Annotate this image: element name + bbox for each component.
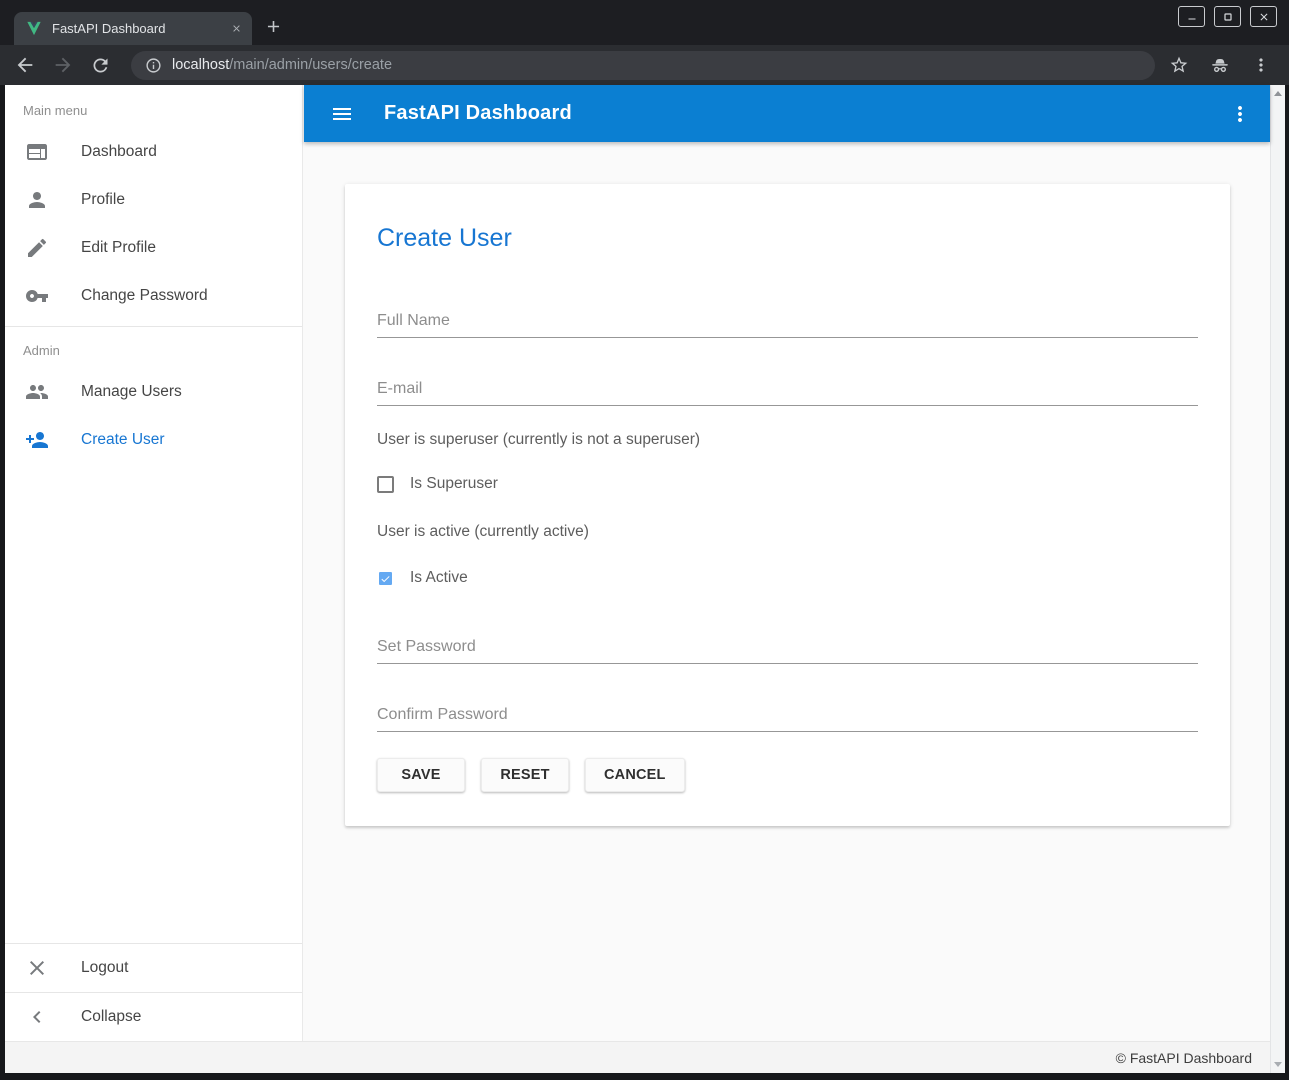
bookmark-star-icon[interactable]	[1169, 55, 1189, 75]
full-name-input[interactable]	[377, 308, 1198, 338]
active-note: User is active (currently active)	[377, 522, 1198, 542]
key-icon	[25, 284, 49, 308]
hamburger-menu-icon[interactable]	[330, 102, 354, 126]
page-footer: © FastAPI Dashboard	[5, 1041, 1270, 1073]
incognito-icon	[1209, 54, 1231, 76]
tab-title: FastAPI Dashboard	[52, 21, 225, 36]
tab-close-icon[interactable]	[231, 23, 242, 34]
sidebar-item-label: Collapse	[81, 1008, 141, 1026]
web-icon	[25, 140, 49, 164]
full-name-field-wrap	[377, 308, 1198, 338]
app-title: FastAPI Dashboard	[384, 102, 572, 125]
browser-tab[interactable]: FastAPI Dashboard	[14, 12, 252, 45]
address-bar[interactable]: localhost/main/admin/users/create	[131, 51, 1155, 80]
minimize-icon[interactable]	[1178, 6, 1205, 27]
sidebar-item-label: Manage Users	[81, 383, 182, 401]
confirm-password-field-wrap	[377, 702, 1198, 732]
confirm-password-input[interactable]	[377, 702, 1198, 732]
email-field-wrap	[377, 376, 1198, 406]
sidebar-item-dashboard[interactable]: Dashboard	[5, 128, 302, 176]
sidebar-item-create-user[interactable]: Create User	[5, 416, 302, 464]
sidebar-item-label: Logout	[81, 959, 128, 977]
superuser-note: User is superuser (currently is not a su…	[377, 430, 1198, 450]
chevron-left-icon	[25, 1005, 49, 1029]
sidebar-item-manage-users[interactable]: Manage Users	[5, 368, 302, 416]
sidebar-divider	[5, 326, 302, 327]
is-superuser-label: Is Superuser	[410, 475, 498, 493]
close-icon	[25, 956, 49, 980]
is-active-checkbox[interactable]	[377, 570, 394, 587]
sidebar-item-label: Change Password	[81, 287, 208, 305]
scrollbar-up-icon[interactable]	[1274, 91, 1282, 96]
person-add-icon	[25, 428, 49, 452]
appbar-more-icon[interactable]	[1228, 102, 1252, 126]
is-active-label: Is Active	[410, 569, 468, 587]
email-input[interactable]	[377, 376, 1198, 406]
sidebar-item-profile[interactable]: Profile	[5, 176, 302, 224]
main-area: FastAPI Dashboard Create User User is su…	[304, 85, 1270, 1041]
new-tab-icon[interactable]	[264, 17, 283, 36]
scrollbar-down-icon[interactable]	[1274, 1062, 1282, 1067]
set-password-input[interactable]	[377, 634, 1198, 664]
sidebar-item-label: Dashboard	[81, 143, 157, 161]
sidebar-item-change-password[interactable]: Change Password	[5, 272, 302, 320]
url-host: localhost	[172, 57, 229, 73]
sidebar-admin-header: Admin	[5, 333, 302, 368]
people-icon	[25, 380, 49, 404]
sidebar-item-label: Profile	[81, 191, 125, 209]
site-info-icon[interactable]	[145, 57, 162, 74]
is-superuser-checkbox-row[interactable]: Is Superuser	[377, 472, 1198, 496]
page-scrollbar[interactable]	[1270, 85, 1285, 1073]
back-icon[interactable]	[14, 54, 36, 76]
create-user-card: Create User User is superuser (currently…	[345, 184, 1230, 826]
sidebar-item-edit-profile[interactable]: Edit Profile	[5, 224, 302, 272]
page-title: Create User	[377, 222, 1198, 254]
window-controls	[1178, 6, 1277, 27]
cancel-button[interactable]: CANCEL	[585, 758, 685, 792]
sidebar-item-label: Create User	[81, 431, 165, 449]
browser-menu-icon[interactable]	[1251, 55, 1271, 75]
pencil-icon	[25, 236, 49, 260]
sidebar-spacer	[5, 464, 302, 943]
web-page: Main menu Dashboard Profile Edit Profile…	[5, 85, 1285, 1073]
sidebar-item-logout[interactable]: Logout	[5, 944, 302, 992]
forward-icon[interactable]	[52, 54, 74, 76]
app-toolbar: FastAPI Dashboard	[304, 85, 1270, 142]
browser-titlebar: FastAPI Dashboard	[0, 0, 1289, 45]
set-password-field-wrap	[377, 634, 1198, 664]
copyright-text: © FastAPI Dashboard	[1116, 1050, 1252, 1066]
sidebar-item-label: Edit Profile	[81, 239, 156, 257]
reset-button[interactable]: RESET	[481, 758, 569, 792]
reload-icon[interactable]	[90, 55, 111, 76]
is-active-checkbox-row[interactable]: Is Active	[377, 566, 1198, 590]
maximize-icon[interactable]	[1214, 6, 1241, 27]
sidebar-main-header: Main menu	[5, 85, 302, 128]
browser-toolbar: localhost/main/admin/users/create	[0, 45, 1289, 85]
sidebar-item-collapse[interactable]: Collapse	[5, 993, 302, 1041]
window-close-icon[interactable]	[1250, 6, 1277, 27]
url-path: /main/admin/users/create	[229, 57, 392, 73]
is-superuser-checkbox[interactable]	[377, 476, 394, 493]
person-icon	[25, 188, 49, 212]
form-actions: SAVE RESET CANCEL	[377, 758, 1198, 792]
save-button[interactable]: SAVE	[377, 758, 465, 792]
sidebar: Main menu Dashboard Profile Edit Profile…	[5, 85, 303, 1041]
vue-favicon-icon	[26, 21, 42, 36]
url-text: localhost/main/admin/users/create	[172, 57, 392, 73]
